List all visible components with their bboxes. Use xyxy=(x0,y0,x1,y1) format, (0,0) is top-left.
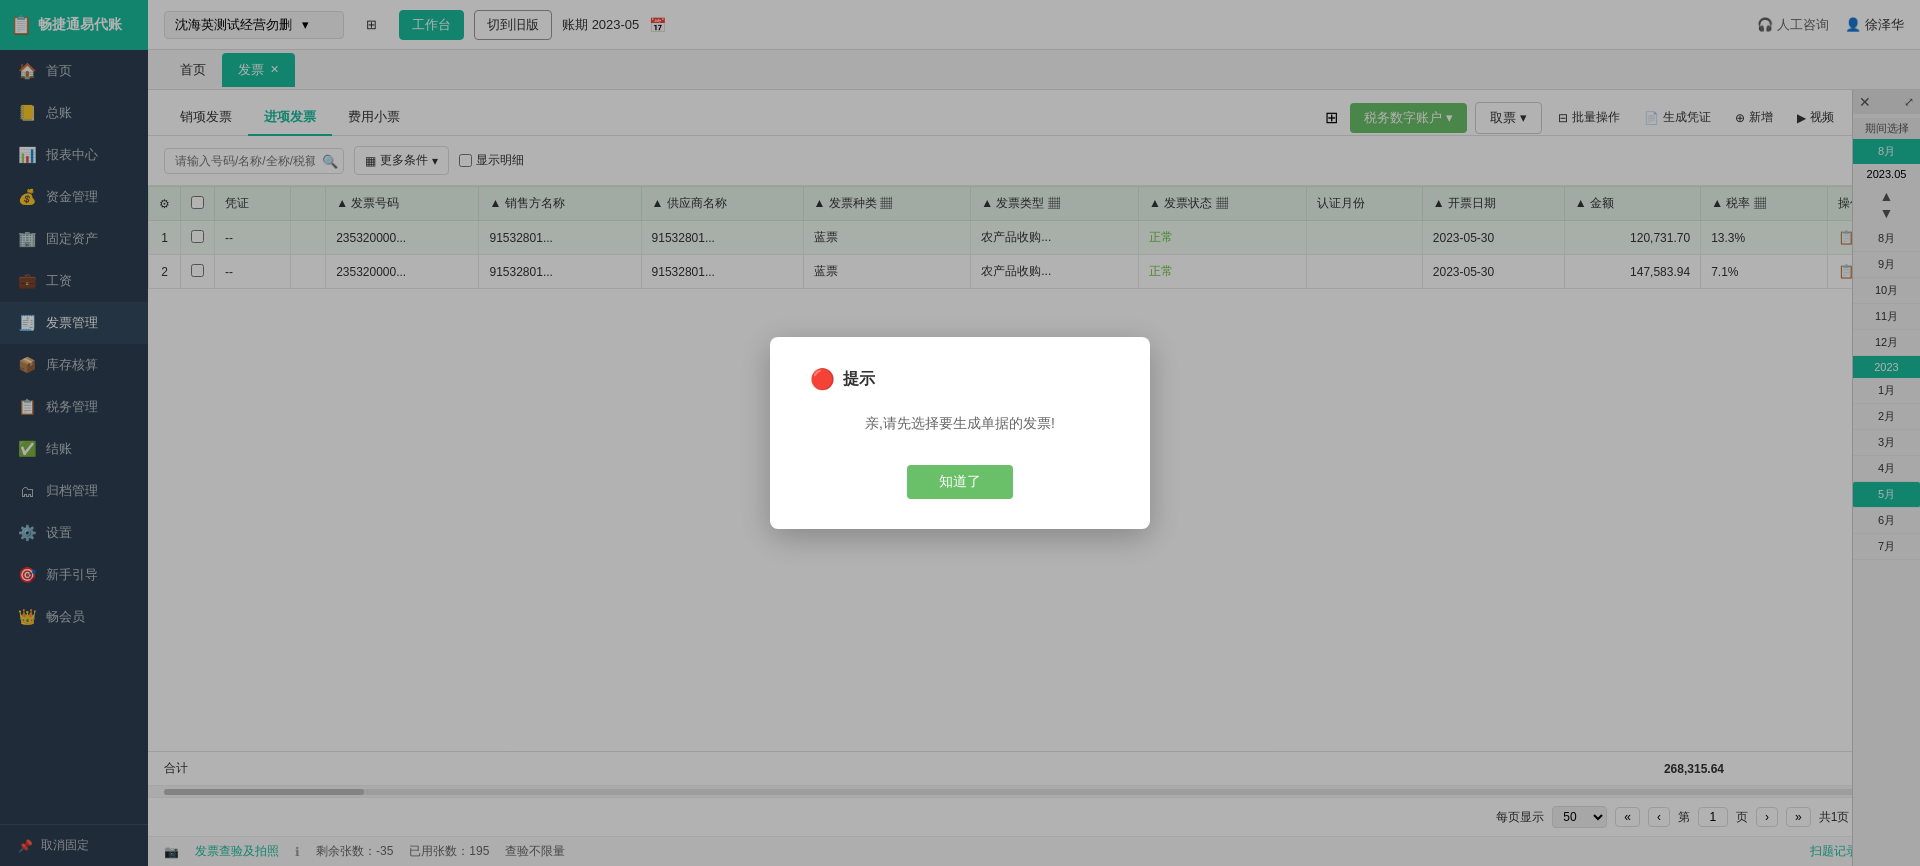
dialog-message: 亲,请先选择要生成单据的发票! xyxy=(865,415,1055,433)
alert-dialog: 🔴 提示 亲,请先选择要生成单据的发票! 知道了 xyxy=(770,337,1150,529)
dialog-ok-button[interactable]: 知道了 xyxy=(907,465,1013,499)
modal-overlay: 🔴 提示 亲,请先选择要生成单据的发票! 知道了 xyxy=(0,0,1920,866)
dialog-title: 🔴 提示 xyxy=(810,367,875,391)
warning-icon: 🔴 xyxy=(810,367,835,391)
